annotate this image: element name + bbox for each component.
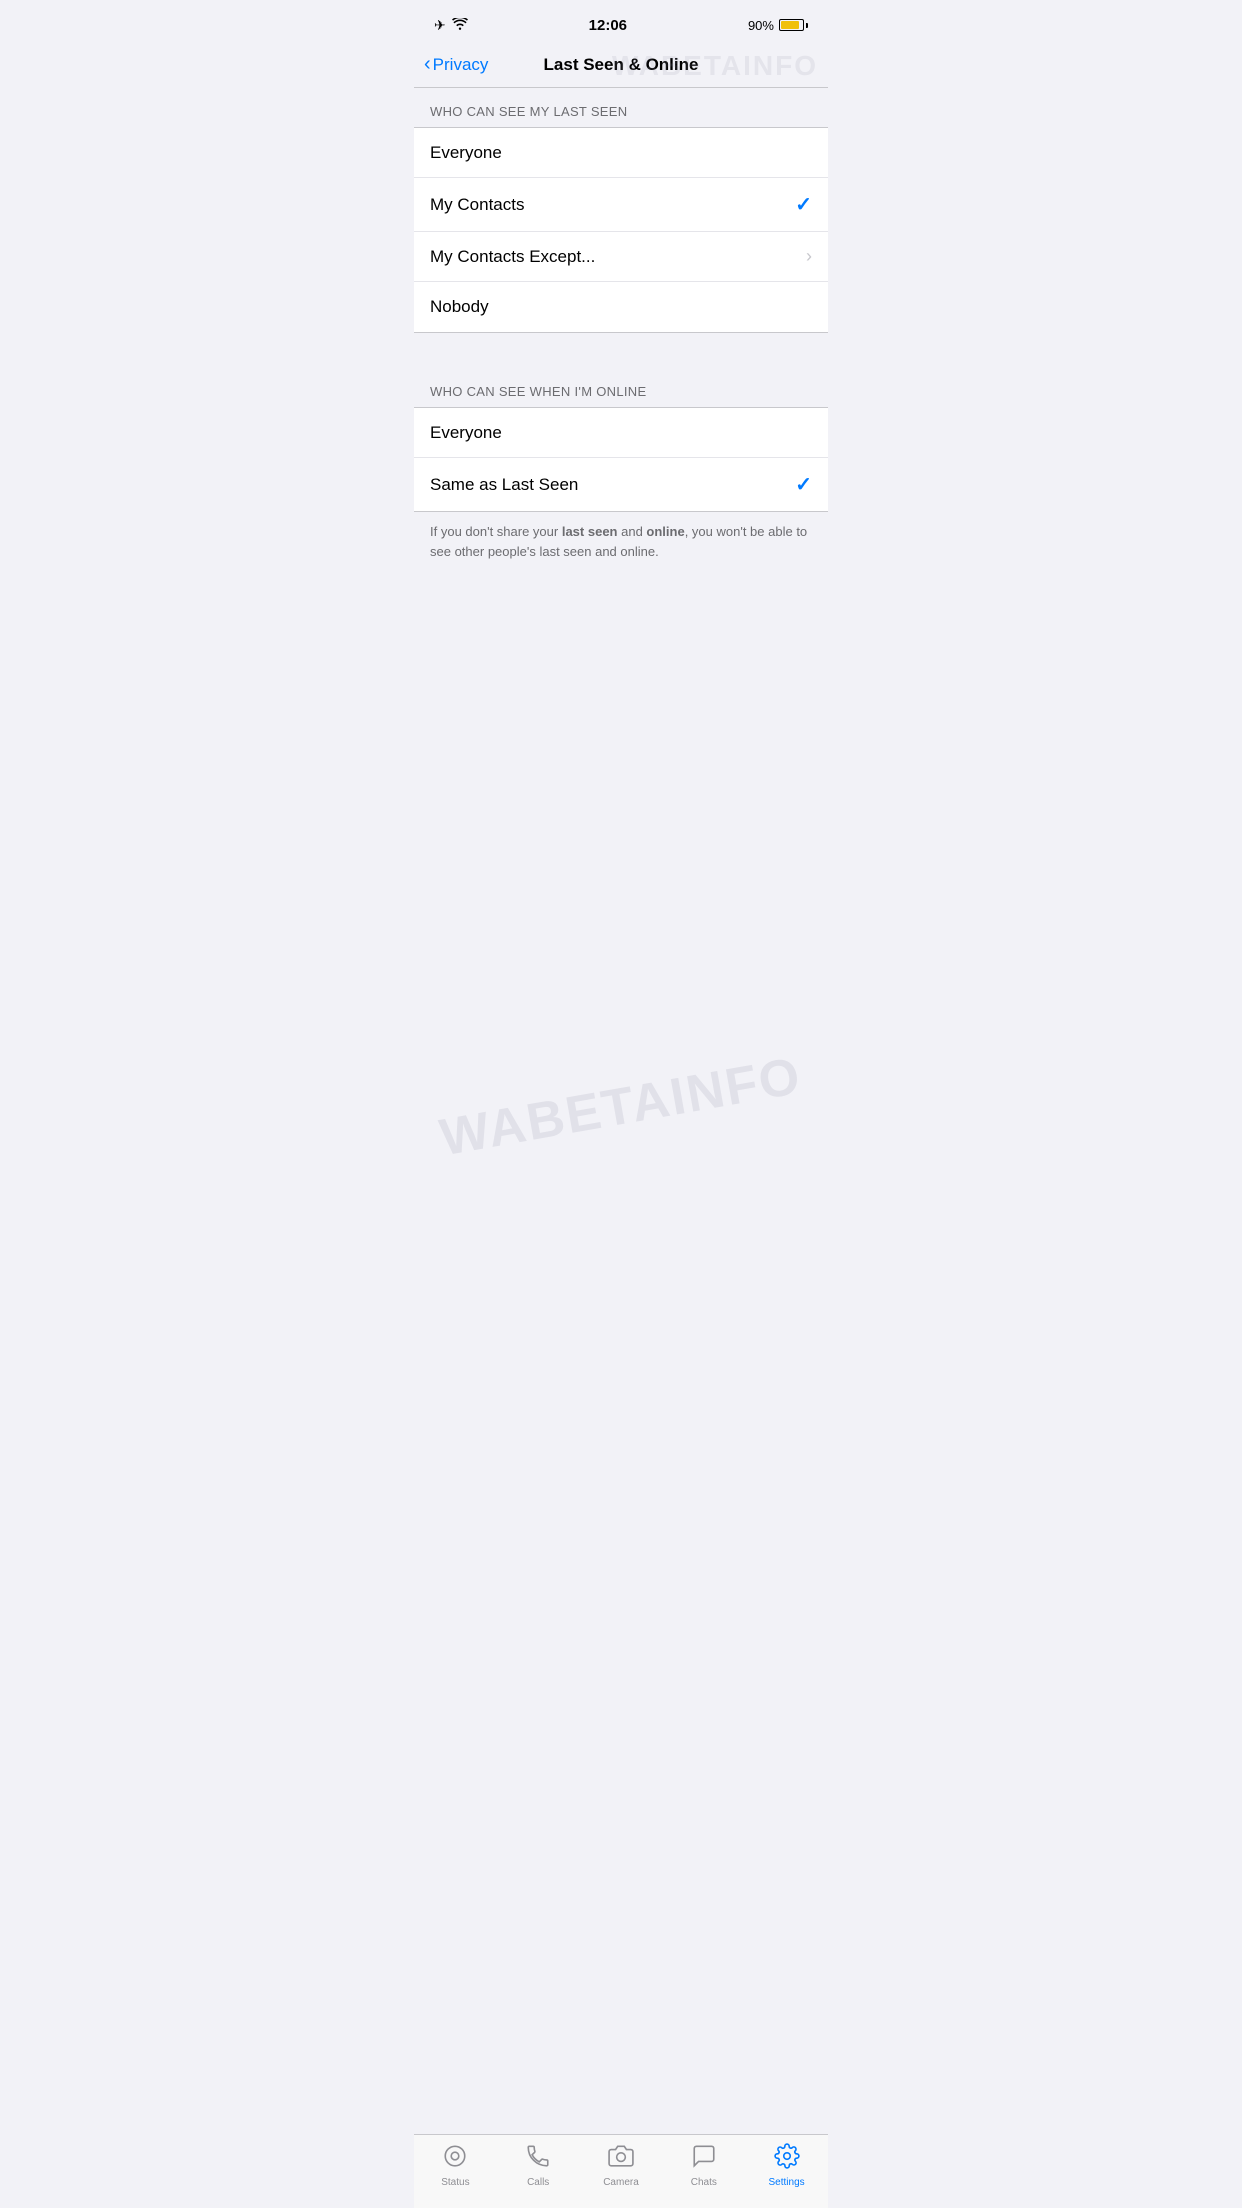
tab-camera-label: Camera: [603, 2177, 639, 2188]
page-title: Last Seen & Online: [544, 55, 699, 75]
tab-calls[interactable]: Calls: [497, 2143, 580, 2188]
status-left: ✈: [434, 17, 468, 34]
checkmark-icon: ✓: [795, 192, 812, 217]
option-label: Everyone: [430, 143, 502, 163]
info-bold-last-seen: last seen: [562, 524, 618, 539]
airplane-icon: ✈: [434, 17, 446, 34]
option-label: Nobody: [430, 297, 489, 317]
tab-bar: Status Calls Camera Chats: [414, 2134, 828, 2208]
last-seen-section-header: WHO CAN SEE MY LAST SEEN: [414, 88, 828, 127]
battery-icon: [779, 19, 808, 31]
option-everyone-last-seen[interactable]: Everyone: [414, 128, 828, 178]
tab-settings-label: Settings: [769, 2177, 805, 2188]
chevron-right-icon: ›: [806, 246, 812, 267]
tab-status-label: Status: [441, 2177, 469, 2188]
option-label: Everyone: [430, 423, 502, 443]
checkmark-icon: ✓: [795, 472, 812, 497]
tab-camera[interactable]: Camera: [580, 2143, 663, 2188]
info-text: If you don't share your last seen and on…: [414, 512, 828, 577]
chats-icon: [691, 2143, 717, 2174]
status-bar: ✈ 12:06 90%: [414, 0, 828, 44]
option-label: My Contacts Except...: [430, 247, 595, 267]
nav-bar: ‹ Privacy Last Seen & Online: [414, 44, 828, 88]
content-spacer: [414, 577, 828, 1077]
main-content: WABETAINFO WHO CAN SEE MY LAST SEEN Ever…: [414, 88, 828, 2125]
camera-icon: [608, 2143, 634, 2174]
tab-calls-label: Calls: [527, 2177, 549, 2188]
battery-percent: 90%: [748, 18, 774, 33]
back-button[interactable]: ‹ Privacy: [424, 55, 488, 75]
calls-icon: [525, 2143, 551, 2174]
tab-chats-label: Chats: [691, 2177, 717, 2188]
option-nobody-last-seen[interactable]: Nobody: [414, 282, 828, 332]
option-label: Same as Last Seen: [430, 475, 578, 495]
settings-icon: [774, 2143, 800, 2174]
back-chevron-icon: ‹: [424, 54, 431, 74]
option-my-contacts-last-seen[interactable]: My Contacts ✓: [414, 178, 828, 232]
last-seen-options-list: Everyone My Contacts ✓ My Contacts Excep…: [414, 127, 828, 333]
status-icon: [442, 2143, 468, 2174]
info-bold-online: online: [646, 524, 684, 539]
status-right: 90%: [748, 18, 808, 33]
option-everyone-online[interactable]: Everyone: [414, 408, 828, 458]
tab-settings[interactable]: Settings: [745, 2143, 828, 2188]
info-prefix: If you don't share your: [430, 524, 562, 539]
back-label: Privacy: [433, 55, 489, 75]
online-options-list: Everyone Same as Last Seen ✓: [414, 407, 828, 512]
wifi-icon: [452, 17, 468, 33]
status-time: 12:06: [589, 17, 627, 34]
section-gap: [414, 333, 828, 368]
option-label: My Contacts: [430, 195, 524, 215]
option-my-contacts-except-last-seen[interactable]: My Contacts Except... ›: [414, 232, 828, 282]
tab-status[interactable]: Status: [414, 2143, 497, 2188]
info-and: and: [618, 524, 647, 539]
online-section-header: WHO CAN SEE WHEN I'M ONLINE: [414, 368, 828, 407]
option-same-as-last-seen-online[interactable]: Same as Last Seen ✓: [414, 458, 828, 511]
tab-chats[interactable]: Chats: [662, 2143, 745, 2188]
